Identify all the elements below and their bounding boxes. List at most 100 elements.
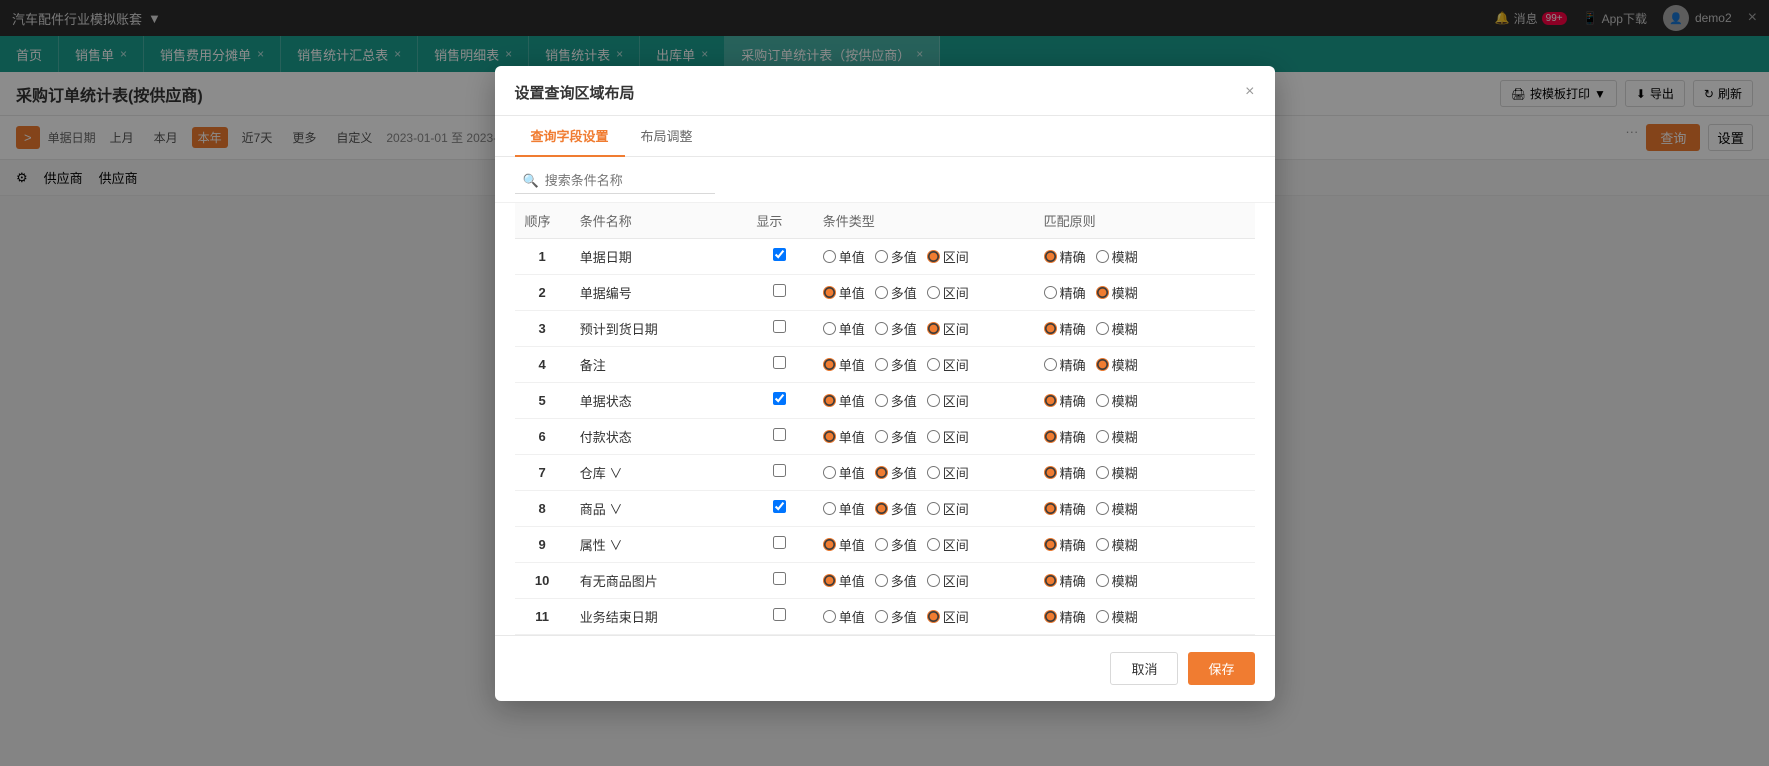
match-radio[interactable] [1044,610,1057,623]
match-radio[interactable] [1096,538,1109,551]
match-radio[interactable] [1096,394,1109,407]
type-radio[interactable] [927,502,940,515]
display-checkbox[interactable] [773,284,786,297]
type-radio[interactable] [875,286,888,299]
display-checkbox[interactable] [773,572,786,585]
display-checkbox[interactable] [773,536,786,549]
display-checkbox[interactable] [773,428,786,441]
display-checkbox[interactable] [773,464,786,477]
type-radio-item[interactable]: 多值 [875,283,917,302]
type-radio[interactable] [823,286,836,299]
match-radio-item[interactable]: 模糊 [1096,535,1138,554]
match-radio-item[interactable]: 精确 [1044,499,1086,518]
type-radio-item[interactable]: 单值 [823,427,865,446]
match-radio-item[interactable]: 精确 [1044,319,1086,338]
match-radio[interactable] [1044,574,1057,587]
type-radio[interactable] [927,538,940,551]
type-radio[interactable] [875,610,888,623]
type-radio[interactable] [823,394,836,407]
match-radio[interactable] [1096,250,1109,263]
type-radio-item[interactable]: 单值 [823,247,865,266]
type-radio[interactable] [823,574,836,587]
type-radio-item[interactable]: 多值 [875,427,917,446]
match-radio-item[interactable]: 模糊 [1096,499,1138,518]
type-radio-item[interactable]: 区间 [927,427,969,446]
match-radio-item[interactable]: 精确 [1044,535,1086,554]
match-radio-item[interactable]: 模糊 [1096,427,1138,446]
match-radio[interactable] [1044,358,1057,371]
type-radio-item[interactable]: 区间 [927,319,969,338]
type-radio[interactable] [823,538,836,551]
match-radio-item[interactable]: 模糊 [1096,355,1138,374]
match-radio[interactable] [1096,286,1109,299]
type-radio[interactable] [927,574,940,587]
match-radio-item[interactable]: 精确 [1044,247,1086,266]
match-radio[interactable] [1044,250,1057,263]
match-radio[interactable] [1044,502,1057,515]
match-radio-item[interactable]: 模糊 [1096,247,1138,266]
type-radio[interactable] [927,610,940,623]
match-radio-item[interactable]: 模糊 [1096,283,1138,302]
match-radio-item[interactable]: 模糊 [1096,463,1138,482]
type-radio-item[interactable]: 单值 [823,535,865,554]
type-radio[interactable] [823,502,836,515]
type-radio-item[interactable]: 区间 [927,391,969,410]
type-radio-item[interactable]: 区间 [927,463,969,482]
match-radio[interactable] [1096,322,1109,335]
type-radio-item[interactable]: 多值 [875,535,917,554]
match-radio[interactable] [1044,286,1057,299]
type-radio-item[interactable]: 单值 [823,463,865,482]
match-radio-item[interactable]: 模糊 [1096,391,1138,410]
type-radio[interactable] [823,610,836,623]
type-radio-item[interactable]: 多值 [875,319,917,338]
match-radio-item[interactable]: 模糊 [1096,319,1138,338]
type-radio-item[interactable]: 单值 [823,571,865,590]
match-radio[interactable] [1096,466,1109,479]
cancel-button[interactable]: 取消 [1110,652,1178,685]
type-radio[interactable] [927,358,940,371]
display-checkbox[interactable] [773,248,786,261]
type-radio-item[interactable]: 单值 [823,391,865,410]
match-radio-item[interactable]: 精确 [1044,463,1086,482]
type-radio[interactable] [875,538,888,551]
type-radio-item[interactable]: 区间 [927,571,969,590]
search-input[interactable] [545,173,705,188]
type-radio[interactable] [823,250,836,263]
type-radio-item[interactable]: 单值 [823,607,865,626]
type-radio-item[interactable]: 区间 [927,355,969,374]
match-radio[interactable] [1044,538,1057,551]
type-radio[interactable] [927,250,940,263]
type-radio[interactable] [875,466,888,479]
type-radio-item[interactable]: 区间 [927,607,969,626]
type-radio[interactable] [927,430,940,443]
type-radio[interactable] [875,358,888,371]
dialog-close-button[interactable]: × [1245,83,1254,101]
match-radio-item[interactable]: 模糊 [1096,571,1138,590]
type-radio-item[interactable]: 单值 [823,499,865,518]
match-radio[interactable] [1096,574,1109,587]
type-radio-item[interactable]: 多值 [875,607,917,626]
type-radio[interactable] [927,286,940,299]
match-radio-item[interactable]: 精确 [1044,355,1086,374]
type-radio[interactable] [875,574,888,587]
type-radio[interactable] [927,322,940,335]
save-button[interactable]: 保存 [1188,652,1254,685]
type-radio-item[interactable]: 区间 [927,499,969,518]
match-radio[interactable] [1096,502,1109,515]
type-radio[interactable] [823,430,836,443]
type-radio[interactable] [875,502,888,515]
type-radio-item[interactable]: 区间 [927,535,969,554]
match-radio-item[interactable]: 精确 [1044,391,1086,410]
dialog-tab-layout[interactable]: 布局调整 [625,116,709,157]
match-radio-item[interactable]: 精确 [1044,607,1086,626]
match-radio-item[interactable]: 精确 [1044,427,1086,446]
display-checkbox[interactable] [773,392,786,405]
match-radio-item[interactable]: 精确 [1044,571,1086,590]
type-radio[interactable] [927,466,940,479]
match-radio[interactable] [1096,430,1109,443]
display-checkbox[interactable] [773,608,786,621]
type-radio[interactable] [875,322,888,335]
match-radio[interactable] [1044,322,1057,335]
type-radio[interactable] [823,466,836,479]
match-radio[interactable] [1044,394,1057,407]
